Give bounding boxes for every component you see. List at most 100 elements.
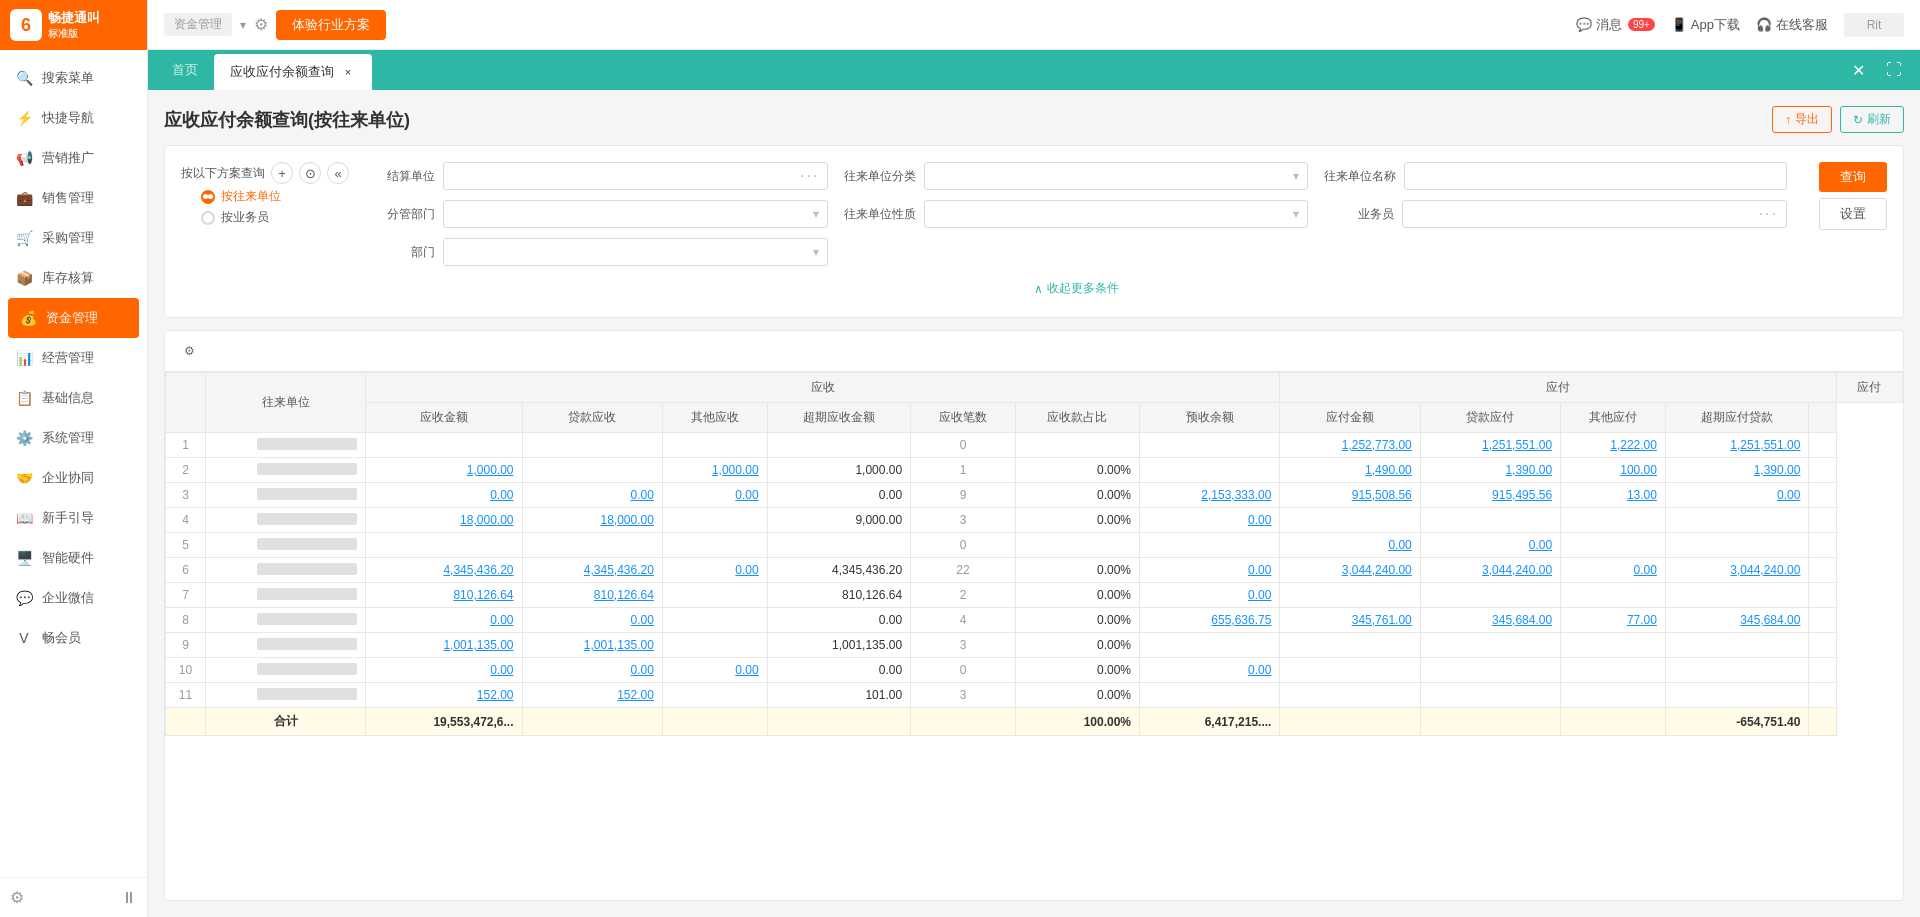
table-cell[interactable] [1665,683,1808,708]
app-download-item[interactable]: 📱 App下载 [1671,16,1740,34]
table-cell[interactable] [662,583,767,608]
table-cell[interactable]: 1,251,551.00 [1420,433,1560,458]
table-cell[interactable] [662,533,767,558]
table-cell[interactable] [1665,633,1808,658]
table-cell[interactable]: 0.00 [1140,583,1280,608]
table-cell[interactable]: 0.00 [1140,558,1280,583]
sidebar-item-sales[interactable]: 💼 销售管理 [0,178,147,218]
table-cell[interactable] [662,683,767,708]
table-cell[interactable] [522,433,662,458]
online-service-item[interactable]: 🎧 在线客服 [1756,16,1828,34]
tab-close-icon[interactable]: × [340,64,356,80]
table-cell[interactable]: 4,345,436.20 [366,558,523,583]
table-cell[interactable]: 0.00 [1140,508,1280,533]
table-cell[interactable] [1420,658,1560,683]
table-cell[interactable]: 0.00 [366,658,523,683]
table-cell[interactable]: 100.00 [1561,458,1666,483]
add-scheme-button[interactable]: + [271,162,293,184]
table-cell[interactable] [662,508,767,533]
table-cell[interactable] [662,633,767,658]
table-cell[interactable]: 0.00 [662,483,767,508]
table-cell[interactable] [1420,508,1560,533]
table-cell[interactable]: 0.00 [1280,533,1420,558]
partner-name-input[interactable] [1404,162,1787,190]
table-cell[interactable]: 1,490.00 [1280,458,1420,483]
table-cell[interactable] [1561,683,1666,708]
sidebar-item-system[interactable]: ⚙️ 系统管理 [0,418,147,458]
scheme-settings-button[interactable]: ⊙ [299,162,321,184]
table-cell[interactable]: 3,044,240.00 [1420,558,1560,583]
table-cell[interactable]: 1,252,773.00 [1280,433,1420,458]
table-scroll[interactable]: 往来单位 应收 应付 应付 应收金额 贷款应收 其他应收 超期应收金额 应收笔数… [165,372,1903,900]
table-cell[interactable] [1280,508,1420,533]
table-cell[interactable] [1140,683,1280,708]
table-cell[interactable]: 0.00 [1420,533,1560,558]
table-cell[interactable]: 0.00 [522,658,662,683]
table-cell[interactable]: 18,000.00 [522,508,662,533]
table-cell[interactable]: 1,001,135.00 [366,633,523,658]
settings-icon[interactable]: ⚙ [10,888,24,907]
tab-ar-query[interactable]: 应收应付余额查询 × [214,54,372,90]
table-cell[interactable] [1561,583,1666,608]
dept-manager-input[interactable]: ▾ [443,200,828,228]
table-cell[interactable]: 345,684.00 [1665,608,1808,633]
partner-category-input[interactable]: ▾ [924,162,1307,190]
table-cell[interactable] [1561,508,1666,533]
collapse-more-button[interactable]: ∧ 收起更多条件 [365,276,1787,301]
tab-home[interactable]: 首页 [156,50,214,90]
user-avatar[interactable]: Rit [1844,13,1904,37]
solution-button[interactable]: 体验行业方案 [276,10,386,40]
table-cell[interactable]: 152.00 [366,683,523,708]
settings-button[interactable]: 设置 [1819,198,1887,230]
export-button[interactable]: ↑ 导出 [1772,106,1832,133]
table-cell[interactable]: 810,126.64 [366,583,523,608]
close-window-icon[interactable]: ✕ [1844,56,1872,84]
table-cell[interactable] [522,458,662,483]
table-cell[interactable] [522,533,662,558]
sidebar-item-marketing[interactable]: 📢 营销推广 [0,138,147,178]
table-cell[interactable]: 0.00 [662,658,767,683]
refresh-button[interactable]: ↻ 刷新 [1840,106,1904,133]
table-cell[interactable]: 1,000.00 [366,458,523,483]
table-cell[interactable] [1561,633,1666,658]
maximize-icon[interactable]: ⛶ [1880,56,1908,84]
table-cell[interactable] [1420,583,1560,608]
table-cell[interactable] [662,433,767,458]
table-cell[interactable]: 915,495.56 [1420,483,1560,508]
table-cell[interactable] [1561,533,1666,558]
sidebar-item-hardware[interactable]: 🖥️ 智能硬件 [0,538,147,578]
breadcrumb-dropdown-icon[interactable]: ▾ [240,18,246,32]
table-cell[interactable] [1420,683,1560,708]
table-settings-icon[interactable]: ⚙ [177,339,201,363]
table-cell[interactable]: 18,000.00 [366,508,523,533]
table-cell[interactable]: 0.00 [1140,658,1280,683]
table-cell[interactable] [1140,633,1280,658]
table-cell[interactable] [366,533,523,558]
sidebar-item-guide[interactable]: 📖 新手引导 [0,498,147,538]
table-cell[interactable] [366,433,523,458]
sidebar-item-search[interactable]: 🔍 搜索菜单 [0,58,147,98]
messages-item[interactable]: 💬 消息 99+ [1576,16,1655,34]
table-cell[interactable]: 915,508.56 [1280,483,1420,508]
table-cell[interactable]: 345,761.00 [1280,608,1420,633]
table-cell[interactable]: 3,044,240.00 [1665,558,1808,583]
table-cell[interactable]: 4,345,436.20 [522,558,662,583]
table-cell[interactable]: 0.00 [522,608,662,633]
table-cell[interactable]: 810,126.64 [522,583,662,608]
table-cell[interactable] [1280,683,1420,708]
table-cell[interactable]: 0.00 [1665,483,1808,508]
table-cell[interactable] [1665,533,1808,558]
table-cell[interactable]: 1,000.00 [662,458,767,483]
table-cell[interactable]: 3,044,240.00 [1280,558,1420,583]
sidebar-item-wechat[interactable]: 💬 企业微信 [0,578,147,618]
sidebar-item-basic[interactable]: 📋 基础信息 [0,378,147,418]
table-cell[interactable]: 1,001,135.00 [522,633,662,658]
table-cell[interactable] [1280,633,1420,658]
sidebar-item-quicknav[interactable]: ⚡ 快捷导航 [0,98,147,138]
settlement-unit-input[interactable]: ··· [443,162,828,190]
sidebar-item-vip[interactable]: V 畅会员 [0,618,147,658]
sidebar-item-purchase[interactable]: 🛒 采购管理 [0,218,147,258]
table-cell[interactable]: 0.00 [522,483,662,508]
table-cell[interactable] [1140,533,1280,558]
table-cell[interactable] [1280,658,1420,683]
